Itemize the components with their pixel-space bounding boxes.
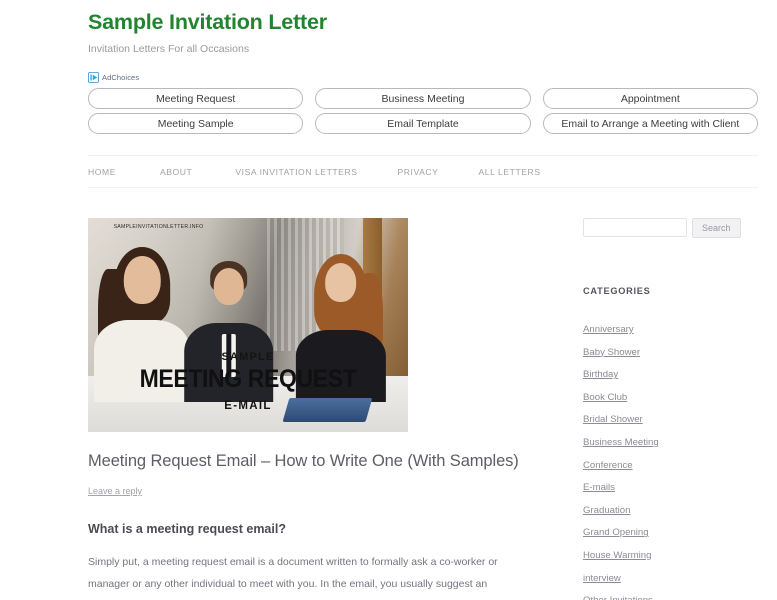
- nav-item-home[interactable]: HOME: [88, 167, 116, 177]
- page-root: Sample Invitation Letter Invitation Lett…: [0, 0, 777, 600]
- primary-navigation: HOME ABOUT VISA INVITATION LETTERS PRIVA…: [88, 155, 758, 188]
- site-tagline: Invitation Letters For all Occasions: [88, 43, 250, 55]
- nav-item-about[interactable]: ABOUT: [160, 167, 192, 177]
- list-item: Birthday: [583, 367, 758, 381]
- search-form: Search: [583, 218, 758, 238]
- list-item: Other Invitations: [583, 593, 758, 600]
- adchoices-label[interactable]: AdChoices: [102, 73, 139, 82]
- category-link-birthday[interactable]: Birthday: [583, 369, 618, 380]
- ad-pill-appointment[interactable]: Appointment: [542, 88, 758, 109]
- category-link-other-invitations[interactable]: Other Invitations: [583, 595, 653, 600]
- site-title[interactable]: Sample Invitation Letter: [88, 8, 758, 36]
- list-item: Conference: [583, 458, 758, 472]
- category-link-e-mails[interactable]: E-mails: [583, 482, 615, 493]
- search-button[interactable]: Search: [692, 218, 741, 238]
- category-link-interview[interactable]: interview: [583, 573, 621, 584]
- post-paragraph: Simply put, a meeting request email is a…: [88, 556, 529, 600]
- adchoices-triangle-icon[interactable]: [88, 71, 99, 83]
- list-item: Book Club: [583, 390, 758, 404]
- nav-item-all-letters[interactable]: ALL LETTERS: [478, 167, 540, 177]
- leave-a-reply-link[interactable]: Leave a reply: [88, 486, 142, 496]
- list-item: Grand Opening: [583, 525, 758, 539]
- list-item: Baby Shower: [583, 345, 758, 359]
- category-link-grand-opening[interactable]: Grand Opening: [583, 527, 649, 538]
- photo-overlay-email: E-MAIL: [224, 399, 272, 412]
- list-item: E-mails: [583, 480, 758, 494]
- list-item: interview: [583, 571, 758, 585]
- ad-pill-business-meeting[interactable]: Business Meeting: [315, 88, 531, 109]
- photo-watermark: SAMPLEINVITATIONLETTER.INFO: [113, 224, 204, 231]
- main-content: SAMPLEINVITATIONLETTER.INFO SAMPLE MEETI…: [88, 218, 535, 600]
- photo-head: [324, 262, 357, 302]
- photo-overlay-sample: SAMPLE: [221, 350, 275, 363]
- nav-item-privacy[interactable]: PRIVACY: [398, 167, 439, 177]
- site-header: Sample Invitation Letter Invitation Lett…: [88, 8, 758, 56]
- categories-widget-title: CATEGORIES: [583, 286, 651, 296]
- nav-item-visa-invitation-letters[interactable]: VISA INVITATION LETTERS: [235, 167, 357, 177]
- list-item: Bridal Shower: [583, 412, 758, 426]
- category-link-anniversary[interactable]: Anniversary: [583, 324, 634, 335]
- adchoices-row[interactable]: AdChoices: [88, 71, 758, 83]
- category-link-baby-shower[interactable]: Baby Shower: [583, 347, 640, 358]
- category-link-conference[interactable]: Conference: [583, 460, 633, 471]
- ad-pill-meeting-request[interactable]: Meeting Request: [88, 88, 304, 109]
- category-link-bridal-shower[interactable]: Bridal Shower: [583, 414, 643, 425]
- category-link-house-warming[interactable]: House Warming: [583, 550, 651, 561]
- photo-head: [213, 267, 245, 305]
- featured-image[interactable]: SAMPLEINVITATIONLETTER.INFO SAMPLE MEETI…: [88, 218, 408, 432]
- ad-pill-email-arrange-meeting[interactable]: Email to Arrange a Meeting with Client: [542, 113, 758, 134]
- category-link-book-club[interactable]: Book Club: [583, 392, 627, 403]
- category-link-business-meeting[interactable]: Business Meeting: [583, 437, 659, 448]
- category-link-graduation[interactable]: Graduation: [583, 505, 630, 516]
- list-item: House Warming: [583, 548, 758, 562]
- post-title[interactable]: Meeting Request Email – How to Write One…: [88, 450, 535, 472]
- list-item: Anniversary: [583, 322, 758, 336]
- list-item: Graduation: [583, 503, 758, 517]
- photo-head: [124, 256, 161, 304]
- ad-pill-email-template[interactable]: Email Template: [315, 113, 531, 134]
- ad-pill-meeting-sample[interactable]: Meeting Sample: [88, 113, 304, 134]
- sidebar: Search CATEGORIES Anniversary Baby Showe…: [583, 218, 758, 600]
- post-meta: Leave a reply: [88, 486, 535, 496]
- list-item: Business Meeting: [583, 435, 758, 449]
- search-input[interactable]: [583, 218, 687, 237]
- ad-button-grid: Meeting Request Business Meeting Appoint…: [88, 88, 758, 134]
- photo-overlay-meeting-request: MEETING REQUEST: [139, 364, 357, 393]
- post-section-heading: What is a meeting request email?: [88, 522, 286, 536]
- categories-list: Anniversary Baby Shower Birthday Book Cl…: [583, 322, 758, 600]
- advertisement-block: AdChoices Meeting Request Business Meeti…: [88, 71, 758, 134]
